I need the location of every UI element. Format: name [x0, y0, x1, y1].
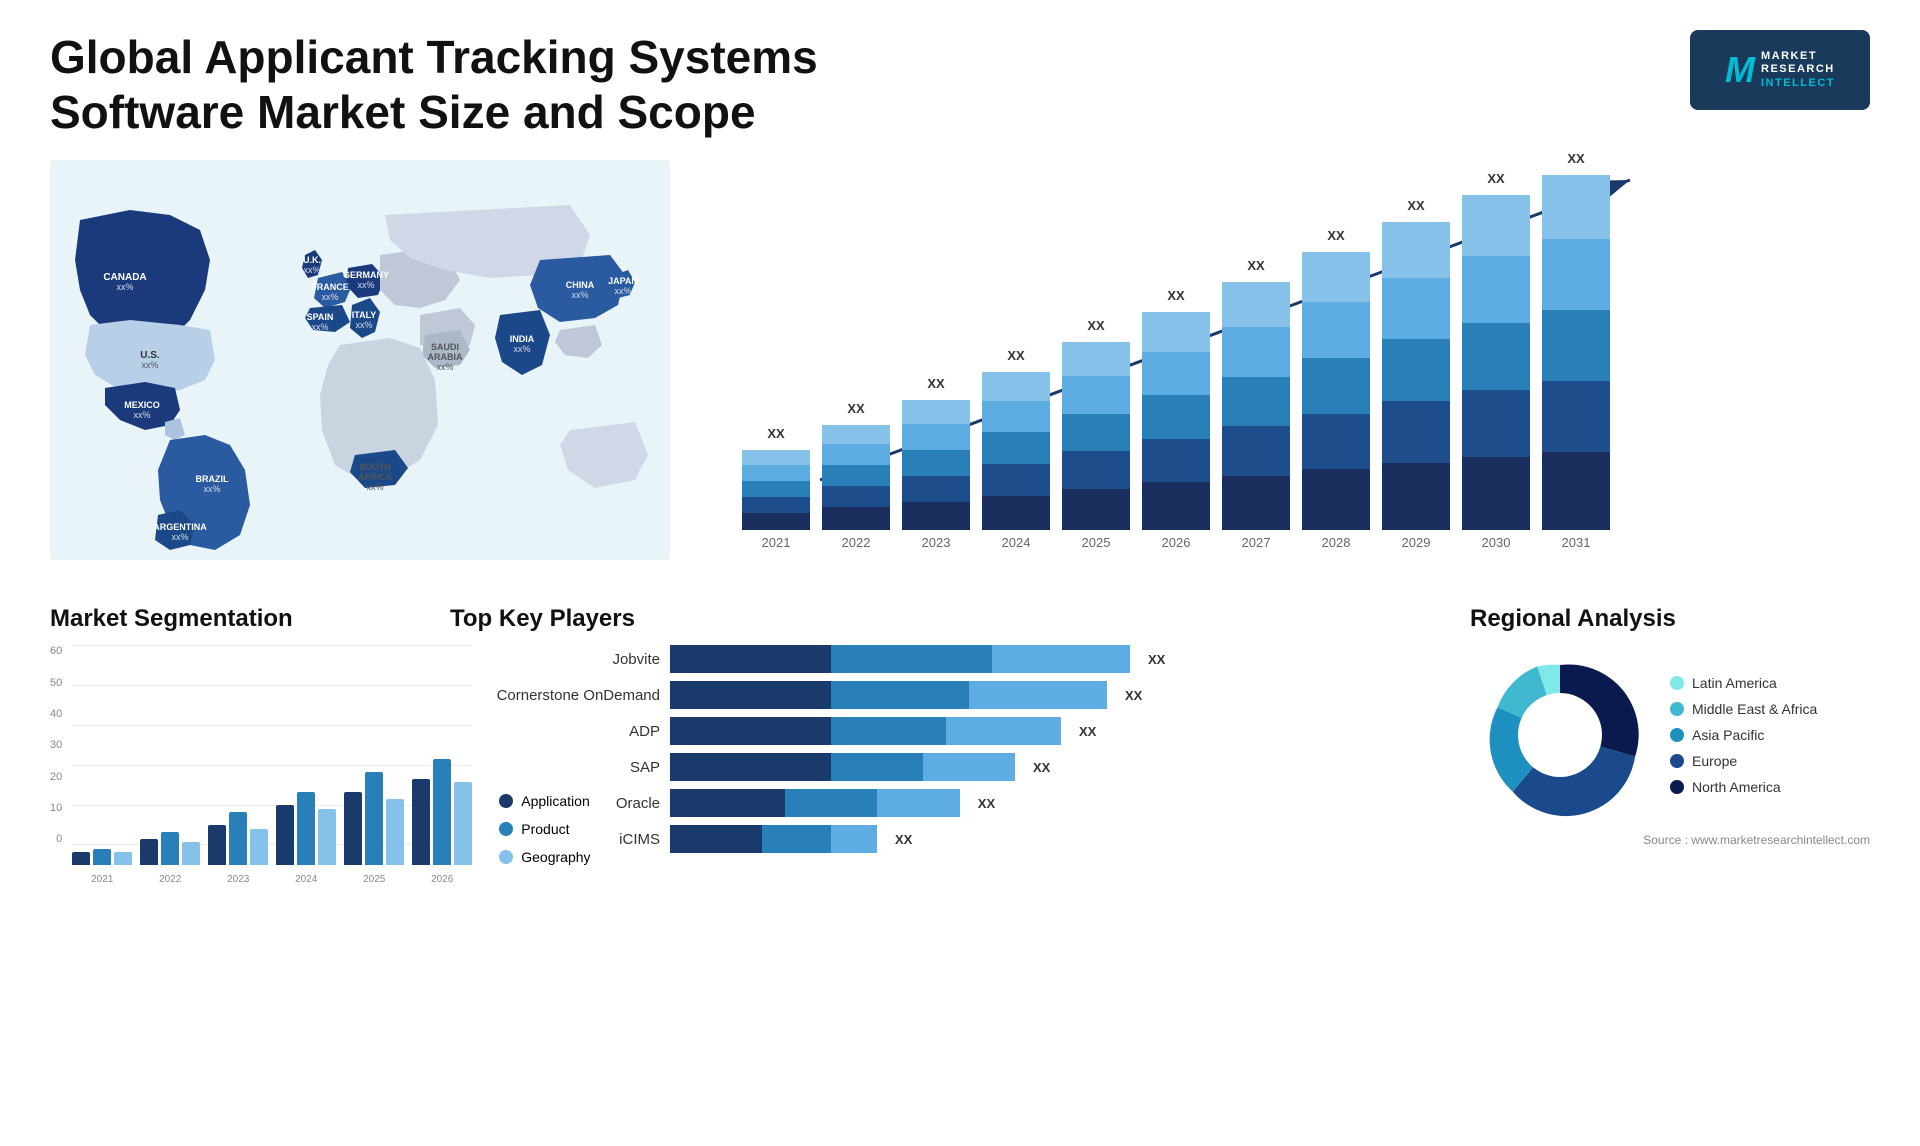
seg-group-2026: 2026	[412, 759, 472, 866]
svg-text:AFRICA: AFRICA	[358, 472, 392, 482]
bar-2028: XX	[1300, 252, 1372, 530]
svg-text:xx%: xx%	[141, 360, 158, 370]
brazil-label: BRAZIL	[196, 474, 229, 484]
growth-chart-section: XXXXXXXXXXXXXXXXXXXXXX 20212022202320242…	[700, 160, 1870, 590]
svg-text:xx%: xx%	[203, 484, 220, 494]
regional-title: Regional Analysis	[1470, 605, 1870, 633]
svg-text:ARABIA: ARABIA	[428, 352, 463, 362]
svg-text:xx%: xx%	[513, 344, 530, 354]
svg-text:xx%: xx%	[133, 410, 150, 420]
player-row-cornerstone-ondemand: Cornerstone OnDemandXX	[450, 681, 1450, 709]
france-label: FRANCE	[311, 282, 349, 292]
saudi-label: SAUDI	[431, 342, 459, 352]
logo-line1: MARKET	[1761, 50, 1835, 63]
seg-group-2024: 2024	[276, 792, 336, 865]
argentina-label: ARGENTINA	[153, 522, 207, 532]
svg-text:xx%: xx%	[366, 482, 383, 492]
source-text: Source : www.marketresearchintellect.com	[1470, 833, 1870, 847]
seg-group-2023: 2023	[208, 812, 268, 865]
legend-latin-america: Latin America	[1670, 675, 1817, 691]
player-row-adp: ADPXX	[450, 717, 1450, 745]
bar-2029: XX	[1380, 222, 1452, 530]
bar-2021: XX	[740, 450, 812, 530]
legend-north-america: North America	[1670, 779, 1817, 795]
svg-text:xx%: xx%	[355, 320, 372, 330]
page-title: Global Applicant Tracking Systems Softwa…	[50, 30, 950, 140]
bottom-row: Market Segmentation 0 10 20 30 40 50 60	[50, 605, 1870, 925]
bar-2023: XX	[900, 400, 972, 530]
page-header: Global Applicant Tracking Systems Softwa…	[50, 30, 1870, 140]
legend-asia-pacific: Asia Pacific	[1670, 727, 1817, 743]
bar-2025: XX	[1060, 342, 1132, 530]
legend-color-ap	[1670, 728, 1684, 742]
germany-label: GERMANY	[343, 270, 389, 280]
italy-label: ITALY	[352, 310, 377, 320]
players-list: JobviteXX Cornerstone OnDemandXX ADPXX SAPX…	[450, 645, 1450, 853]
seg-y-axis: 0 10 20 30 40 50 60	[50, 645, 62, 865]
seg-group-2021: 2021	[72, 849, 132, 866]
legend-color-eu	[1670, 754, 1684, 768]
logo-letter: M	[1725, 49, 1755, 91]
logo-box: M MARKET RESEARCH INTELLECT	[1690, 30, 1870, 110]
bar-2031: XX	[1540, 175, 1612, 530]
mexico-label: MEXICO	[124, 400, 160, 410]
key-players-section: Top Key Players JobviteXX Cornerstone OnD…	[450, 605, 1450, 925]
logo-line3: INTELLECT	[1761, 77, 1835, 90]
svg-text:xx%: xx%	[357, 280, 374, 290]
india-label: INDIA	[510, 334, 535, 344]
bar-2026: XX	[1140, 312, 1212, 530]
uk-label: U.K.	[303, 255, 321, 265]
segmentation-title: Market Segmentation	[50, 605, 430, 633]
regional-content: Latin America Middle East & Africa Asia …	[1470, 645, 1870, 825]
svg-text:xx%: xx%	[171, 532, 188, 542]
bar-2027: XX	[1220, 282, 1292, 530]
bar-2030: XX	[1460, 195, 1532, 530]
player-row-jobvite: JobviteXX	[450, 645, 1450, 673]
southafrica-label: SOUTH	[359, 462, 391, 472]
legend-europe: Europe	[1670, 753, 1817, 769]
spain-label: SPAIN	[307, 312, 334, 322]
pie-chart	[1470, 645, 1650, 825]
player-row-icims: iCIMSXX	[450, 825, 1450, 853]
svg-text:xx%: xx%	[321, 292, 338, 302]
svg-text:xx%: xx%	[614, 286, 631, 296]
regional-section: Regional Analysis	[1470, 605, 1870, 925]
pie-svg	[1470, 645, 1650, 825]
svg-text:xx%: xx%	[303, 265, 320, 275]
svg-text:xx%: xx%	[436, 362, 453, 372]
seg-group-2025: 2025	[344, 772, 404, 865]
bar-2024: XX	[980, 372, 1052, 530]
legend-color-la	[1670, 676, 1684, 690]
pie-hole	[1518, 693, 1602, 777]
logo-line2: RESEARCH	[1761, 63, 1835, 76]
pie-legend: Latin America Middle East & Africa Asia …	[1670, 675, 1817, 795]
player-row-sap: SAPXX	[450, 753, 1450, 781]
world-map: CANADA xx% U.S. xx% MEXICO xx% BRAZIL xx…	[50, 160, 670, 580]
svg-text:xx%: xx%	[311, 322, 328, 332]
key-players-title: Top Key Players	[450, 605, 1450, 633]
legend-middle-east-africa: Middle East & Africa	[1670, 701, 1817, 717]
svg-text:xx%: xx%	[116, 282, 133, 292]
japan-label: JAPAN	[608, 276, 638, 286]
seg-group-2022: 2022	[140, 832, 200, 865]
world-map-svg: CANADA xx% U.S. xx% MEXICO xx% BRAZIL xx…	[50, 160, 670, 560]
map-section: CANADA xx% U.S. xx% MEXICO xx% BRAZIL xx…	[50, 160, 670, 590]
logo-area: M MARKET RESEARCH INTELLECT	[1690, 30, 1870, 110]
bar-2022: XX	[820, 425, 892, 530]
svg-text:xx%: xx%	[571, 290, 588, 300]
legend-color-mea	[1670, 702, 1684, 716]
player-row-oracle: OracleXX	[450, 789, 1450, 817]
china-label: CHINA	[566, 280, 595, 290]
legend-color-na	[1670, 780, 1684, 794]
segmentation-section: Market Segmentation 0 10 20 30 40 50 60	[50, 605, 430, 925]
